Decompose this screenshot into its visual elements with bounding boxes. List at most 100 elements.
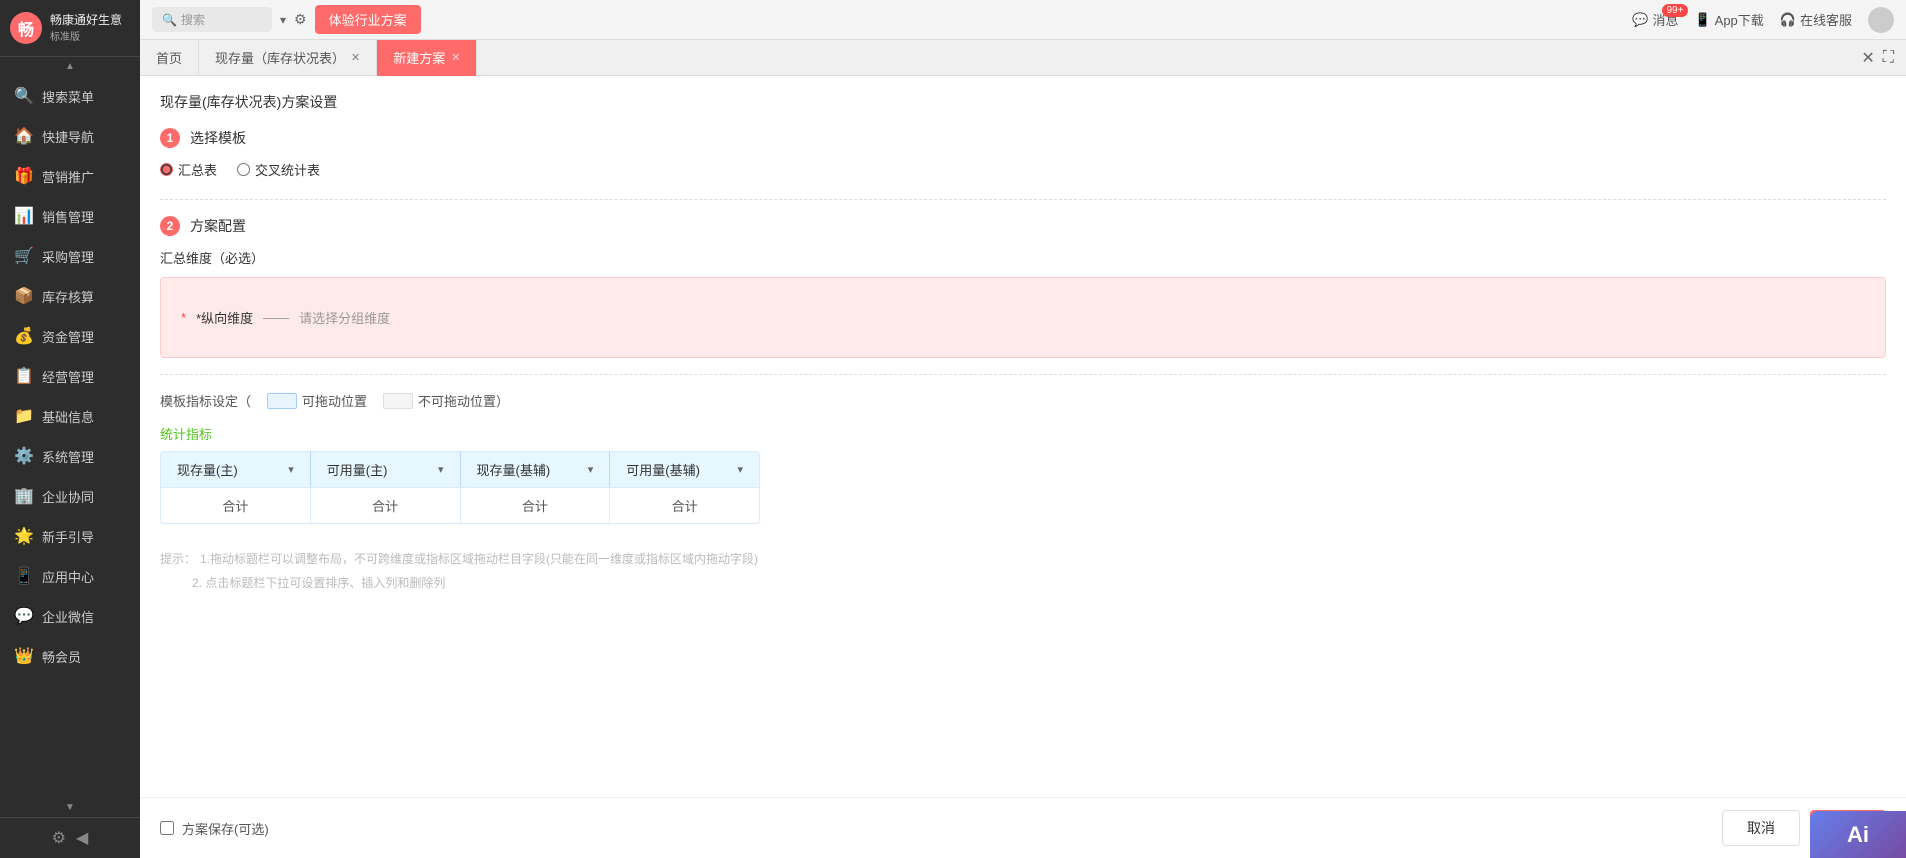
col-0-chevron-icon[interactable]: ▾ <box>288 463 294 476</box>
step1-title: 选择模板 <box>190 128 246 148</box>
tab-home[interactable]: 首页 <box>140 40 199 76</box>
sidebar-item-enterprise[interactable]: 🏢 企业协同 <box>0 476 140 516</box>
radio-summary-input[interactable] <box>160 163 173 176</box>
tip-text-1: 2. 点击标题栏下拉可设置排序、插入列和删除列 <box>192 571 445 595</box>
sidebar-item-management-label: 经营管理 <box>42 367 94 386</box>
step1-section: 1 选择模板 汇总表 交叉统计表 <box>160 128 1886 179</box>
avatar <box>1868 7 1894 33</box>
col-header-2-label: 现存量(基辅) <box>477 460 551 479</box>
radio-summary-label: 汇总表 <box>178 160 217 179</box>
stats-table: 现存量(主) ▾ 可用量(主) ▾ 现存量(基辅) ▾ 可用量(基辅) ▾ <box>160 451 760 524</box>
sidebar-item-wechat[interactable]: 💬 企业微信 <box>0 596 140 636</box>
app-download-button[interactable]: 📱 App下载 <box>1694 10 1763 29</box>
cart-icon: 🛒 <box>14 246 34 266</box>
sidebar-item-sales-label: 销售管理 <box>42 207 94 226</box>
dimension-box[interactable]: * *纵向维度 —— 请选择分组维度 <box>160 277 1886 358</box>
draggable-indicator: 可拖动位置 <box>267 391 367 410</box>
sidebar-item-member-label: 畅会员 <box>42 647 81 666</box>
sidebar-footer: ⚙ ◀ <box>0 817 140 858</box>
tab-inventory-close-icon[interactable]: ✕ <box>351 51 360 64</box>
folder-icon: 📁 <box>14 406 34 426</box>
tip-0: 提示： 1.拖动标题栏可以调整布局，不可跨维度或指标区域拖动栏目字段(只能在同一… <box>160 547 1886 571</box>
sidebar-item-newbie[interactable]: 🌟 新手引导 <box>0 516 140 556</box>
save-checkbox[interactable] <box>160 821 174 835</box>
radio-cross[interactable]: 交叉统计表 <box>237 160 320 179</box>
sidebar-item-marketing[interactable]: 🎁 营销推广 <box>0 156 140 196</box>
message-button[interactable]: 💬 消息 99+ <box>1632 10 1678 29</box>
col-header-3-label: 可用量(基辅) <box>626 460 700 479</box>
sidebar-item-basic[interactable]: 📁 基础信息 <box>0 396 140 436</box>
divider2 <box>160 374 1886 375</box>
sidebar-item-inventory-label: 库存核算 <box>42 287 94 306</box>
radio-cross-input[interactable] <box>237 163 250 176</box>
sidebar-item-system-label: 系统管理 <box>42 447 94 466</box>
stats-table-header: 现存量(主) ▾ 可用量(主) ▾ 现存量(基辅) ▾ 可用量(基辅) ▾ <box>161 452 759 487</box>
divider1 <box>160 199 1886 200</box>
settings-btn[interactable]: ⚙ <box>52 828 66 848</box>
sidebar-nav: 🔍 搜索菜单 🏠 快捷导航 🎁 营销推广 📊 销售管理 🛒 采购管理 📦 库存核… <box>0 76 140 798</box>
col-1-chevron-icon[interactable]: ▾ <box>438 463 444 476</box>
topbar-gear-icon[interactable]: ⚙ <box>294 11 307 28</box>
chart-icon: 📊 <box>14 206 34 226</box>
user-menu[interactable] <box>1868 7 1894 33</box>
phone-icon: 📱 <box>14 566 34 586</box>
main-area: 🔍 搜索 ▾ ⚙ 体验行业方案 💬 消息 99+ 📱 App下载 🎧 在线客服 <box>140 0 1906 858</box>
search-box[interactable]: 🔍 搜索 <box>152 7 272 32</box>
step2-section: 2 方案配置 汇总维度（必选） * *纵向维度 —— 请选择分组维度 模板指标设… <box>160 216 1886 595</box>
sidebar-item-inventory[interactable]: 📦 库存核算 <box>0 276 140 316</box>
col-header-0[interactable]: 现存量(主) ▾ <box>161 452 311 487</box>
sidebar-item-search[interactable]: 🔍 搜索菜单 <box>0 76 140 116</box>
sidebar-item-sales[interactable]: 📊 销售管理 <box>0 196 140 236</box>
sidebar-item-appcenter[interactable]: 📱 应用中心 <box>0 556 140 596</box>
col-header-0-label: 现存量(主) <box>177 460 238 479</box>
tip-1: 2. 点击标题栏下拉可设置排序、插入列和删除列 <box>160 571 1886 595</box>
sidebar-item-management[interactable]: 📋 经营管理 <box>0 356 140 396</box>
col-3-chevron-icon[interactable]: ▾ <box>737 463 743 476</box>
cancel-button[interactable]: 取消 <box>1722 810 1800 846</box>
cell-1: 合计 <box>311 487 461 523</box>
tab-inventory[interactable]: 现存量（库存状况表） ✕ <box>199 40 377 76</box>
sidebar: 畅 畅康通好生意 标准版 ▲ 🔍 搜索菜单 🏠 快捷导航 🎁 营销推广 📊 销售… <box>0 0 140 858</box>
dropdown-chevron-icon[interactable]: ▾ <box>280 13 286 27</box>
sidebar-item-search-label: 搜索菜单 <box>42 87 94 106</box>
save-label: 方案保存(可选) <box>182 819 269 838</box>
col-header-1[interactable]: 可用量(主) ▾ <box>311 452 461 487</box>
stats-table-body: 合计 合计 合计 合计 <box>161 487 759 523</box>
sidebar-item-quicknav[interactable]: 🏠 快捷导航 <box>0 116 140 156</box>
collapse-btn[interactable]: ◀ <box>76 828 88 848</box>
home-icon: 🏠 <box>14 126 34 146</box>
col-header-2[interactable]: 现存量(基辅) ▾ <box>461 452 611 487</box>
message-badge: 99+ <box>1662 4 1689 17</box>
sidebar-item-purchase[interactable]: 🛒 采购管理 <box>0 236 140 276</box>
tabs-controls: ✕ ⛶ <box>1861 48 1906 68</box>
download-icon: 📱 <box>1694 12 1710 28</box>
step1-num: 1 <box>160 128 180 148</box>
sidebar-scroll-up[interactable]: ▲ <box>0 57 140 76</box>
tab-new[interactable]: 新建方案 ✕ <box>377 40 477 76</box>
topbar: 🔍 搜索 ▾ ⚙ 体验行业方案 💬 消息 99+ 📱 App下载 🎧 在线客服 <box>140 0 1906 40</box>
page-title: 现存量(库存状况表)方案设置 <box>160 92 1886 112</box>
col-header-3[interactable]: 可用量(基辅) ▾ <box>610 452 759 487</box>
sidebar-item-system[interactable]: ⚙️ 系统管理 <box>0 436 140 476</box>
search-icon: 🔍 <box>14 86 34 106</box>
sidebar-scroll-down[interactable]: ▼ <box>0 798 140 817</box>
col-header-1-label: 可用量(主) <box>327 460 388 479</box>
gift-icon: 🎁 <box>14 166 34 186</box>
tabs-bar: 首页 现存量（库存状况表） ✕ 新建方案 ✕ ✕ ⛶ <box>140 40 1906 76</box>
trial-button[interactable]: 体验行业方案 <box>315 5 421 34</box>
draggable-label: 可拖动位置 <box>302 391 367 410</box>
radio-summary[interactable]: 汇总表 <box>160 160 217 179</box>
expand-tab-icon[interactable]: ⛶ <box>1883 49 1894 67</box>
col-2-chevron-icon[interactable]: ▾ <box>588 463 594 476</box>
sidebar-item-member[interactable]: 👑 畅会员 <box>0 636 140 676</box>
page-footer: 方案保存(可选) 取消 查询 <box>140 797 1906 858</box>
ai-floating-button[interactable]: Ai <box>1810 811 1906 858</box>
tab-home-label: 首页 <box>156 48 182 67</box>
tab-new-close-icon[interactable]: ✕ <box>451 51 460 64</box>
online-service-button[interactable]: 🎧 在线客服 <box>1780 10 1852 29</box>
sidebar-item-finance[interactable]: 💰 资金管理 <box>0 316 140 356</box>
crown-icon: 👑 <box>14 646 34 666</box>
close-tab-icon[interactable]: ✕ <box>1861 48 1874 68</box>
sidebar-item-appcenter-label: 应用中心 <box>42 567 94 586</box>
app-download-label: App下载 <box>1715 10 1764 29</box>
